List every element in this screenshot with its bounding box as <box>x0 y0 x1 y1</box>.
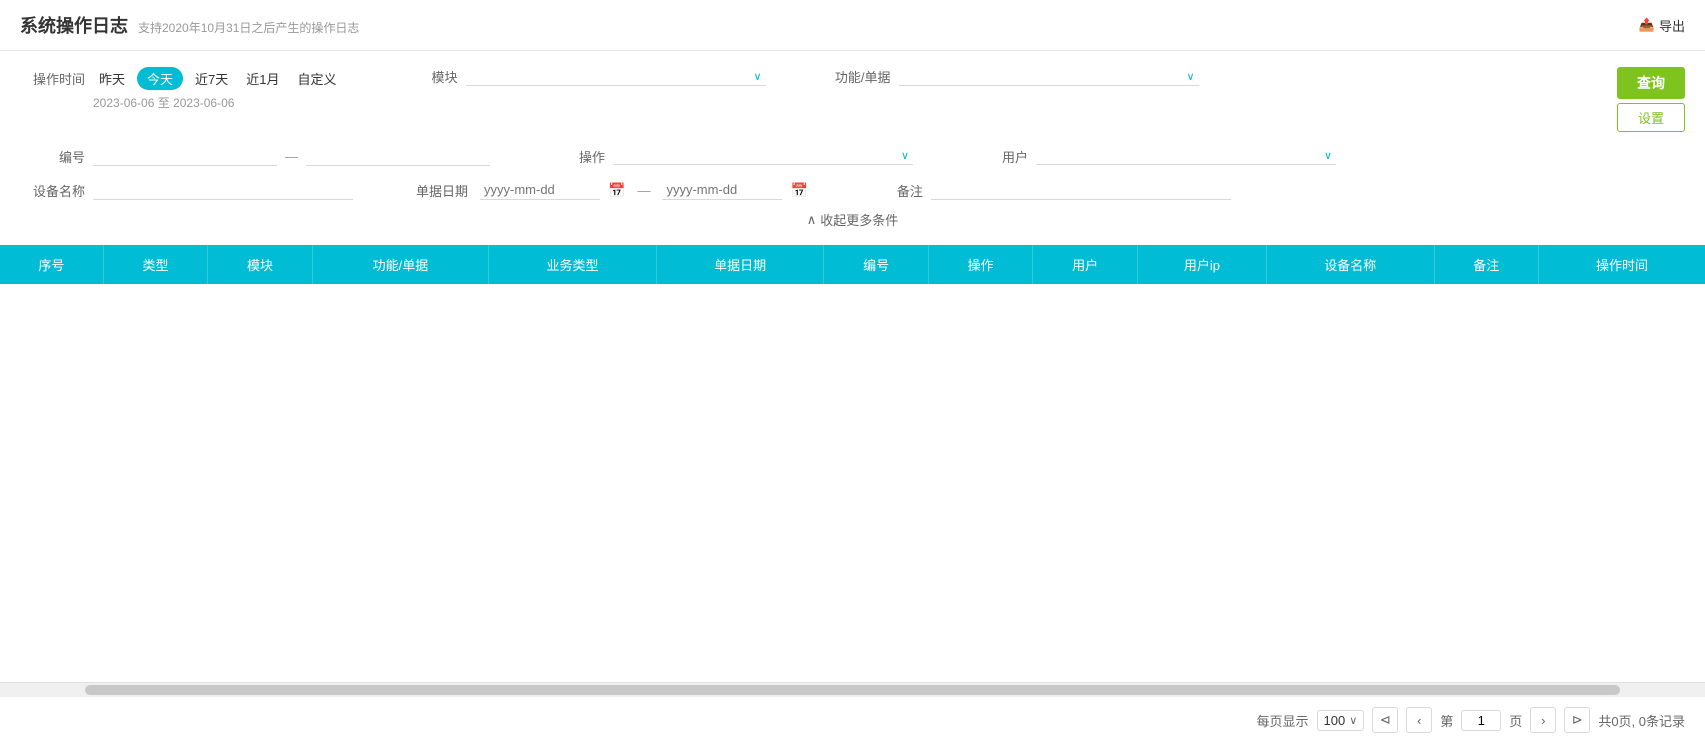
export-icon: 📤 <box>1639 17 1655 33</box>
first-page-button[interactable]: ⊲ <box>1372 707 1398 733</box>
time-btn-custom[interactable]: 自定义 <box>292 67 343 90</box>
page-subtitle: 支持2020年10月31日之后产生的操作日志 <box>138 19 359 36</box>
total-info: 共0页, 0条记录 <box>1598 711 1685 730</box>
data-table: 序号 类型 模块 功能/单据 业务类型 单据日期 编号 操作 用户 用户ip 设… <box>0 245 1705 284</box>
module-label: 模块 <box>393 67 458 86</box>
table-wrapper: 序号 类型 模块 功能/单据 业务类型 单据日期 编号 操作 用户 用户ip 设… <box>0 245 1705 682</box>
col-header-userip: 用户ip <box>1137 245 1266 284</box>
time-label: 操作时间 <box>20 67 85 88</box>
date-input-start[interactable] <box>480 180 600 200</box>
time-range: 2023-06-06 至 2023-06-06 <box>93 94 343 111</box>
time-btn-today[interactable]: 今天 <box>137 67 183 90</box>
device-input[interactable] <box>93 180 353 200</box>
col-header-optime: 操作时间 <box>1539 245 1705 284</box>
col-header-type: 类型 <box>103 245 207 284</box>
col-header-user: 用户 <box>1033 245 1137 284</box>
operation-label: 操作 <box>540 147 605 166</box>
number-dash: — <box>285 149 298 164</box>
scrollbar-area[interactable] <box>0 682 1705 696</box>
module-dropdown[interactable]: ∨ <box>466 68 766 86</box>
function-dropdown[interactable]: ∨ <box>899 68 1199 86</box>
function-dropdown-arrow: ∨ <box>1186 70 1194 83</box>
query-button[interactable]: 查询 <box>1617 67 1685 99</box>
per-page-label: 每页显示 <box>1257 711 1309 730</box>
page-label: 第 <box>1440 711 1453 730</box>
page-input[interactable] <box>1461 710 1501 731</box>
export-label: 导出 <box>1659 16 1685 35</box>
date-label: 单据日期 <box>403 181 468 200</box>
number-input-end[interactable] <box>306 146 490 166</box>
user-label: 用户 <box>963 147 1028 166</box>
col-header-remark: 备注 <box>1434 245 1538 284</box>
collapse-button[interactable]: ∧ 收起更多条件 <box>807 210 899 229</box>
calendar-icon-end[interactable]: 📅 <box>790 182 807 199</box>
filter-area: 操作时间 昨天 今天 近7天 近1月 自定义 2023-06-06 至 2023… <box>0 51 1705 245</box>
next-page-button[interactable]: › <box>1530 707 1556 733</box>
last-page-button[interactable]: ⊳ <box>1564 707 1590 733</box>
pagination: 每页显示 100 ∨ ⊲ ‹ 第 页 › ⊳ 共0页, 0条记录 <box>0 696 1705 743</box>
collapse-icon: ∧ <box>807 212 817 228</box>
number-input-start[interactable] <box>93 146 277 166</box>
module-dropdown-arrow: ∨ <box>753 70 761 83</box>
prev-page-button[interactable]: ‹ <box>1406 707 1432 733</box>
user-dropdown[interactable]: ∨ <box>1036 147 1336 165</box>
col-header-device: 设备名称 <box>1266 245 1434 284</box>
col-header-number: 编号 <box>824 245 928 284</box>
time-btn-yesterday[interactable]: 昨天 <box>93 67 131 90</box>
col-header-module: 模块 <box>208 245 312 284</box>
export-button[interactable]: 📤 导出 <box>1639 16 1685 35</box>
col-header-operation: 操作 <box>928 245 1032 284</box>
scrollbar-thumb <box>85 685 1620 695</box>
calendar-icon-start[interactable]: 📅 <box>608 182 625 199</box>
user-dropdown-arrow: ∨ <box>1324 149 1332 162</box>
settings-button[interactable]: 设置 <box>1617 103 1685 132</box>
per-page-arrow: ∨ <box>1349 714 1357 727</box>
operation-dropdown[interactable]: ∨ <box>613 147 913 165</box>
col-header-biztype: 业务类型 <box>489 245 657 284</box>
remark-label: 备注 <box>858 181 923 200</box>
page-title: 系统操作日志 <box>20 12 128 38</box>
collapse-label: 收起更多条件 <box>820 210 898 229</box>
date-dash: — <box>637 183 650 198</box>
col-header-index: 序号 <box>0 245 103 284</box>
time-btn-1month[interactable]: 近1月 <box>240 67 285 90</box>
per-page-value: 100 <box>1324 713 1346 728</box>
number-label: 编号 <box>20 147 85 166</box>
per-page-select[interactable]: 100 ∨ <box>1317 710 1365 731</box>
operation-dropdown-arrow: ∨ <box>901 149 909 162</box>
remark-input[interactable] <box>931 180 1231 200</box>
device-label: 设备名称 <box>20 181 85 200</box>
function-label: 功能/单据 <box>816 67 891 86</box>
date-input-end[interactable] <box>662 180 782 200</box>
time-btn-7days[interactable]: 近7天 <box>189 67 234 90</box>
action-buttons: 查询 设置 <box>1617 67 1685 132</box>
col-header-date: 单据日期 <box>656 245 824 284</box>
page-suffix: 页 <box>1509 711 1522 730</box>
col-header-function: 功能/单据 <box>312 245 488 284</box>
